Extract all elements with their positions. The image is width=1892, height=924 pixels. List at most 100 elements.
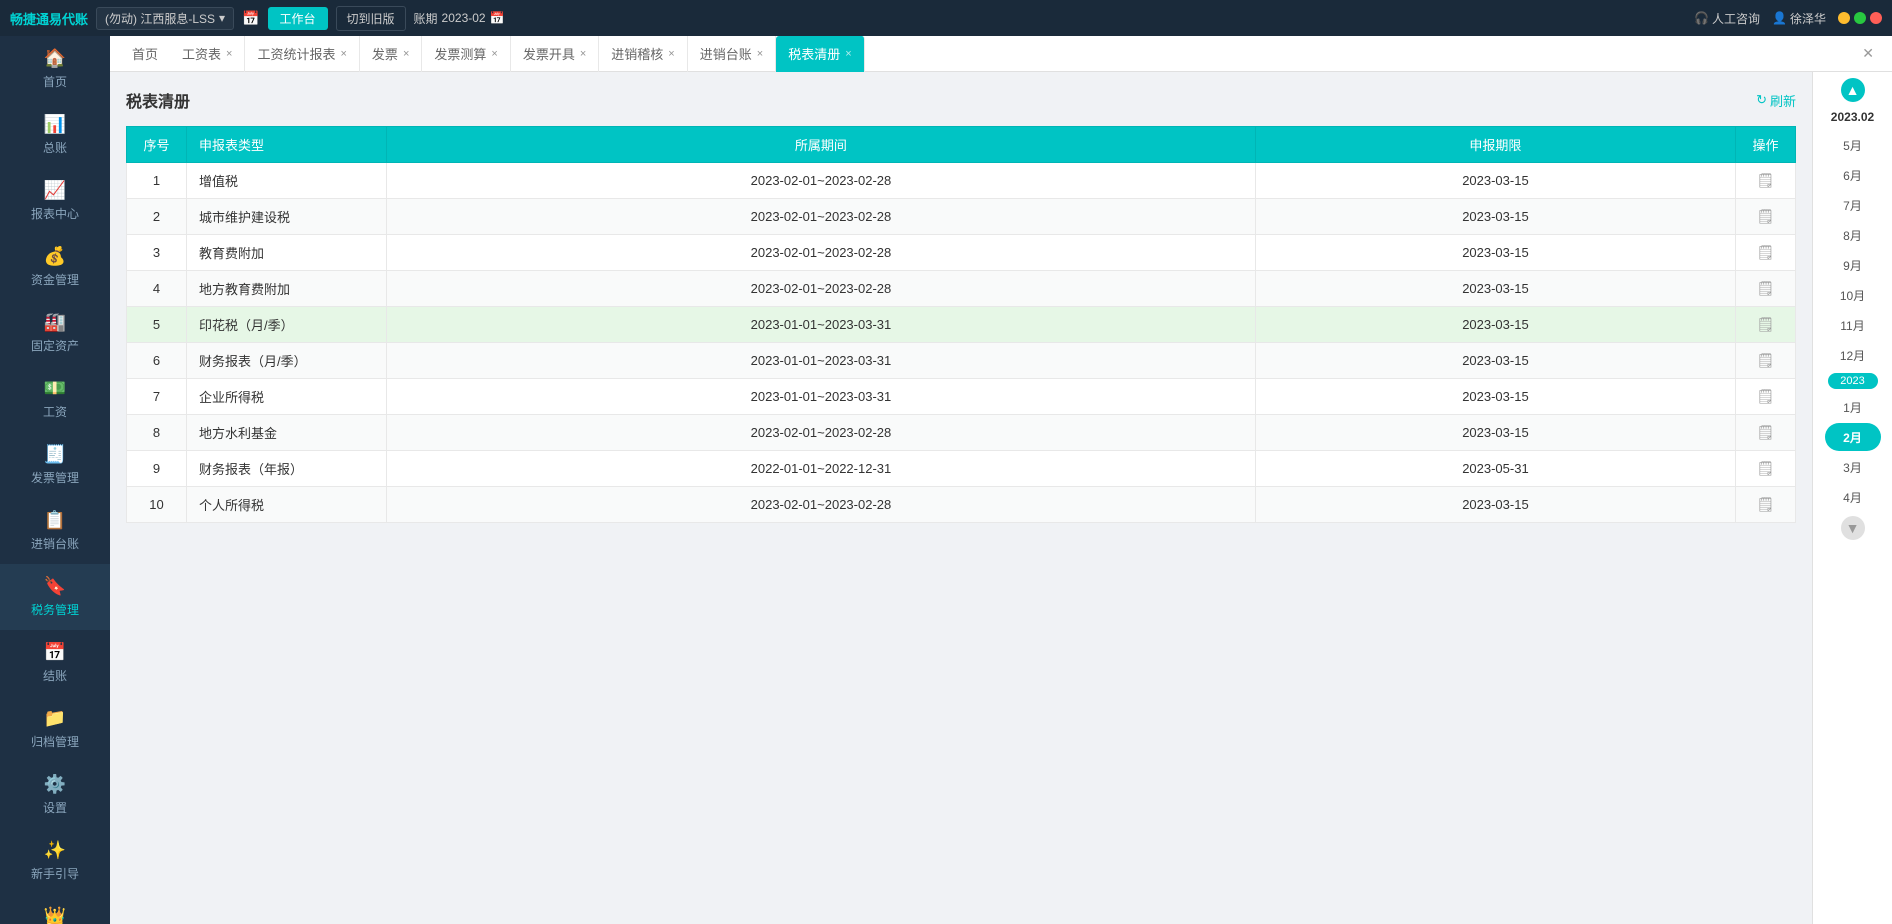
tab-close-invoice-open[interactable]: × (580, 48, 586, 60)
tab-invoice-label: 发票 (372, 44, 398, 63)
view-icon[interactable]: 🗒 (1757, 352, 1775, 368)
tab-salary-stat[interactable]: 工资统计报表 × (245, 36, 359, 72)
tab-close-salary-table[interactable]: × (226, 48, 232, 60)
sidebar-item-member[interactable]: 👑 畅会员 (0, 894, 110, 924)
period-month-nov[interactable]: 11月 (1825, 311, 1881, 339)
sidebar-label-guide: 新手引导 (31, 865, 79, 882)
reports-icon: 📈 (44, 180, 66, 201)
sidebar-item-ledger[interactable]: 📊 总账 (0, 102, 110, 168)
cell-period: 2023-02-01~2023-02-28 (387, 271, 1256, 307)
view-icon[interactable]: 🗒 (1757, 388, 1775, 404)
header-type: 申报表类型 (187, 127, 387, 163)
sidebar-item-invoice[interactable]: 🧾 发票管理 (0, 432, 110, 498)
tab-tax-return-label: 税表清册 (788, 44, 840, 63)
tab-purchase-check[interactable]: 进销稽核 × (599, 36, 687, 72)
sidebar-item-salary[interactable]: 💵 工资 (0, 366, 110, 432)
window-close-button[interactable] (1870, 12, 1882, 24)
tab-home[interactable]: 首页 (120, 44, 170, 63)
cell-action: 🗒 (1736, 451, 1796, 487)
sidebar-item-settings[interactable]: ⚙️ 设置 (0, 762, 110, 828)
tab-invoice-calc[interactable]: 发票测算 × (422, 36, 510, 72)
tab-purchase-check-label: 进销稽核 (611, 44, 663, 63)
user-menu[interactable]: 👤 徐泽华 (1772, 10, 1826, 27)
tab-close-salary-stat[interactable]: × (340, 48, 346, 60)
cell-type: 教育费附加 (187, 235, 387, 271)
sidebar-item-funds[interactable]: 💰 资金管理 (0, 234, 110, 300)
refresh-button[interactable]: ↻ 刷新 (1756, 91, 1796, 110)
workspace-button[interactable]: 工作台 (268, 7, 328, 30)
sidebar-label-archive: 归档管理 (31, 733, 79, 750)
sidebar-item-reports[interactable]: 📈 报表中心 (0, 168, 110, 234)
tab-invoice[interactable]: 发票 × (360, 36, 422, 72)
cell-period: 2023-01-01~2023-03-31 (387, 307, 1256, 343)
sidebar-label-reports: 报表中心 (31, 205, 79, 222)
purchase-icon: 📋 (44, 510, 66, 531)
tab-salary-table[interactable]: 工资表 × (170, 36, 245, 72)
view-icon[interactable]: 🗒 (1757, 460, 1775, 476)
view-icon[interactable]: 🗒 (1757, 244, 1775, 260)
top-bar-right: 🎧 人工咨询 👤 徐泽华 (1694, 10, 1882, 27)
sidebar-item-tax[interactable]: 🔖 税务管理 (0, 564, 110, 630)
help-button[interactable]: 🎧 人工咨询 (1694, 10, 1760, 27)
header-declare-period: 申报期限 (1255, 127, 1735, 163)
funds-icon: 💰 (44, 246, 66, 267)
cell-action: 🗒 (1736, 163, 1796, 199)
minimize-button[interactable] (1838, 12, 1850, 24)
cell-action: 🗒 (1736, 307, 1796, 343)
period-month-jan[interactable]: 1月 (1825, 393, 1881, 421)
period-month-apr[interactable]: 4月 (1825, 483, 1881, 511)
switch-version-button[interactable]: 切到旧版 (336, 6, 406, 31)
period-month-dec[interactable]: 12月 (1825, 341, 1881, 369)
tab-close-invoice[interactable]: × (403, 48, 409, 60)
tab-purchase-ledger-label: 进销台账 (700, 44, 752, 63)
period-month-sep[interactable]: 9月 (1825, 251, 1881, 279)
sidebar-item-purchase[interactable]: 📋 进销台账 (0, 498, 110, 564)
view-icon[interactable]: 🗒 (1757, 172, 1775, 188)
sidebar-item-assets[interactable]: 🏭 固定资产 (0, 300, 110, 366)
tab-close-purchase-check[interactable]: × (668, 48, 674, 60)
tab-purchase-ledger[interactable]: 进销台账 × (688, 36, 776, 72)
tab-invoice-open-label: 发票开具 (523, 44, 575, 63)
tab-close-purchase-ledger[interactable]: × (757, 48, 763, 60)
sidebar-item-close[interactable]: 📅 结账 (0, 630, 110, 696)
top-bar-left: 畅捷通易代账 (勿动) 江西服息-LSS ▾ 📅 工作台 切到旧版 账期 202… (10, 6, 505, 31)
view-icon[interactable]: 🗒 (1757, 424, 1775, 440)
view-icon[interactable]: 🗒 (1757, 280, 1775, 296)
calendar-small-icon: 📅 (490, 11, 505, 25)
cell-action: 🗒 (1736, 271, 1796, 307)
tab-close-tax-return[interactable]: × (845, 48, 851, 60)
period-nav-up[interactable]: ▲ (1841, 78, 1865, 102)
tab-salary-stat-label: 工资统计报表 (257, 44, 335, 63)
period-collapse-button[interactable]: ▼ (1841, 516, 1865, 540)
tab-invoice-open[interactable]: 发票开具 × (511, 36, 599, 72)
sidebar-label-home: 首页 (43, 73, 67, 90)
cell-seq: 4 (127, 271, 187, 307)
period-month-feb[interactable]: 2月 (1825, 423, 1881, 451)
tab-close-invoice-calc[interactable]: × (491, 48, 497, 60)
table-row: 3 教育费附加 2023-02-01~2023-02-28 2023-03-15… (127, 235, 1796, 271)
period-month-jul[interactable]: 7月 (1825, 191, 1881, 219)
period-month-oct[interactable]: 10月 (1825, 281, 1881, 309)
tab-tax-return[interactable]: 税表清册 × (776, 36, 864, 72)
view-icon[interactable]: 🗒 (1757, 316, 1775, 332)
company-selector[interactable]: (勿动) 江西服息-LSS ▾ (96, 7, 234, 30)
table-row: 5 印花税（月/季） 2023-01-01~2023-03-31 2023-03… (127, 307, 1796, 343)
sidebar-item-archive[interactable]: 📁 归档管理 (0, 696, 110, 762)
sidebar-label-assets: 固定资产 (31, 337, 79, 354)
cell-period: 2023-02-01~2023-02-28 (387, 415, 1256, 451)
sidebar-item-guide[interactable]: ✨ 新手引导 (0, 828, 110, 894)
cell-period: 2023-02-01~2023-02-28 (387, 163, 1256, 199)
period-month-jun[interactable]: 6月 (1825, 161, 1881, 189)
cell-seq: 1 (127, 163, 187, 199)
period-month-aug[interactable]: 8月 (1825, 221, 1881, 249)
period-month-mar[interactable]: 3月 (1825, 453, 1881, 481)
period-month-may[interactable]: 5月 (1825, 131, 1881, 159)
view-icon[interactable]: 🗒 (1757, 496, 1775, 512)
year-2023-badge[interactable]: 2023 (1828, 373, 1878, 389)
view-icon[interactable]: 🗒 (1757, 208, 1775, 224)
cell-seq: 9 (127, 451, 187, 487)
maximize-button[interactable] (1854, 12, 1866, 24)
window-close-tab[interactable]: ✕ (1862, 45, 1882, 62)
invoice-icon: 🧾 (44, 444, 66, 465)
sidebar-item-home[interactable]: 🏠 首页 (0, 36, 110, 102)
